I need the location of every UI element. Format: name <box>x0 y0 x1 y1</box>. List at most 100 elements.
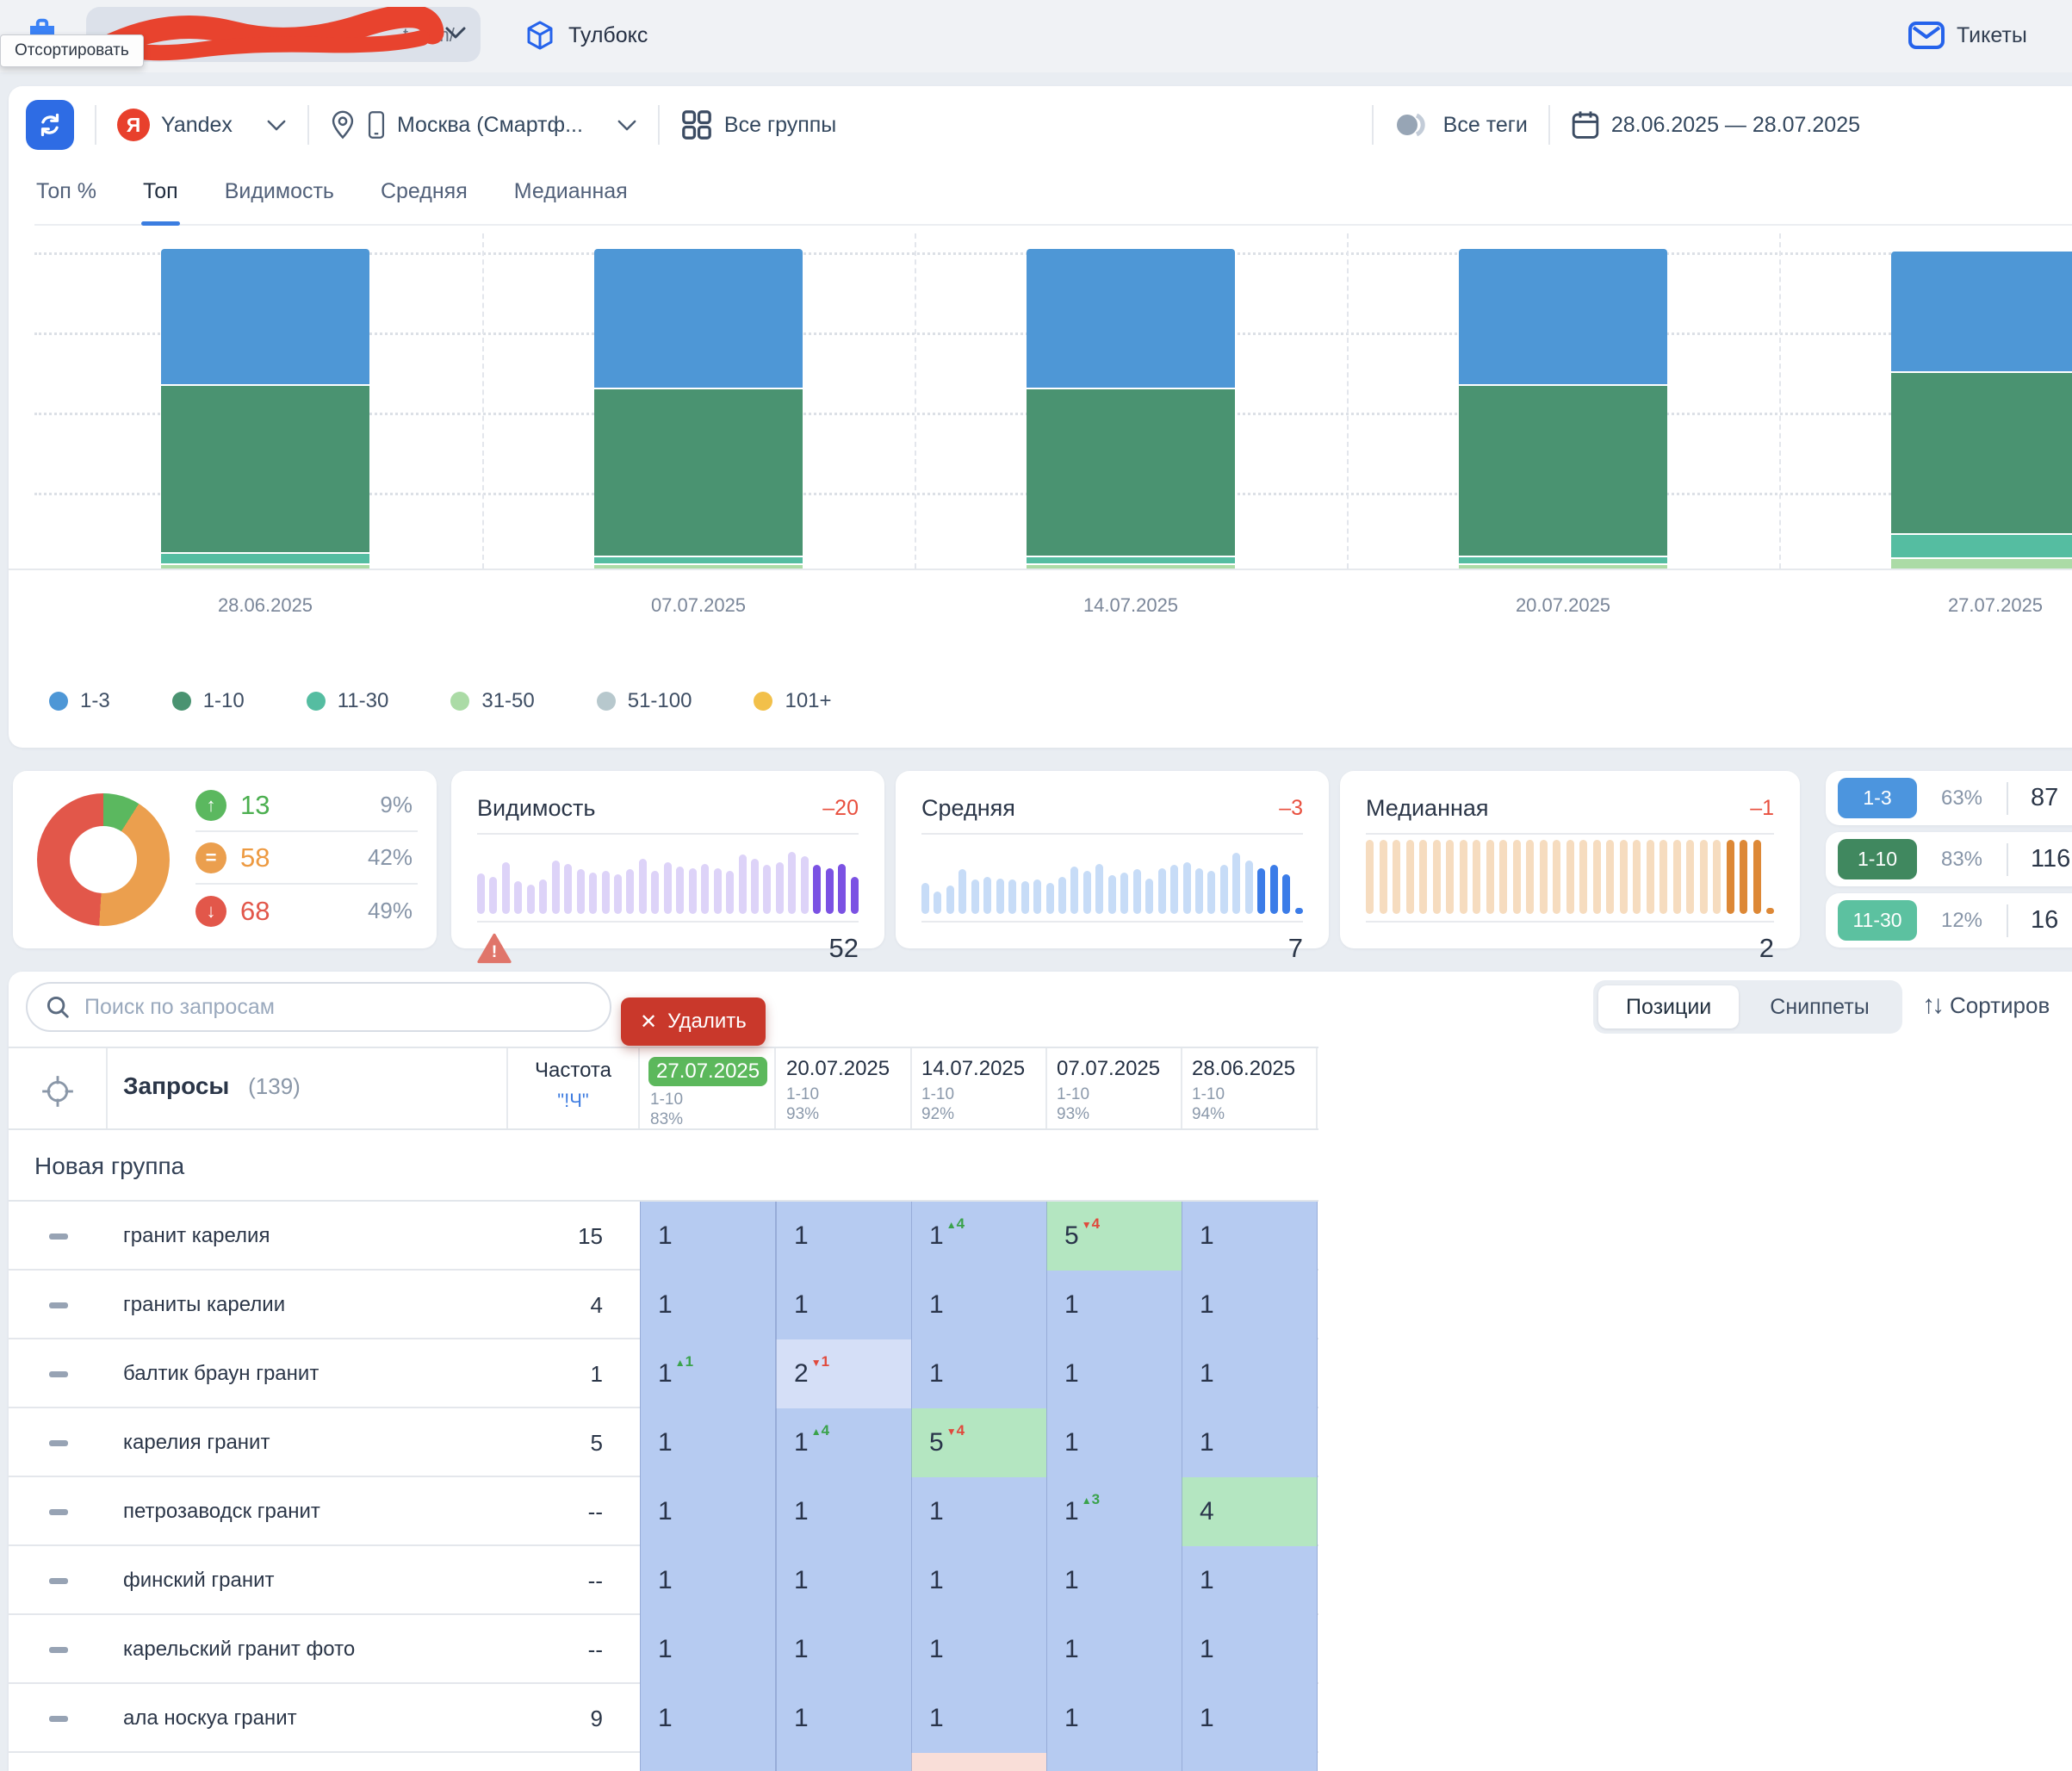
chevron-down-icon[interactable] <box>444 26 467 40</box>
position-cell[interactable]: 1 <box>640 1684 776 1753</box>
project-url-selector[interactable]: t.com/ <box>86 7 481 62</box>
position-cell[interactable] <box>640 1753 776 1771</box>
header-date-14.07.2025[interactable]: 14.07.2025 1-10 92% <box>911 1048 1047 1128</box>
position-cell[interactable]: 1 <box>911 1339 1047 1408</box>
position-cell[interactable]: 2 ▼1 <box>776 1339 912 1408</box>
drag-handle[interactable] <box>49 1647 68 1653</box>
position-cell[interactable]: 5 ▼4 <box>1046 1202 1182 1271</box>
position-cell[interactable]: 1 <box>1182 1615 1318 1684</box>
position-cell[interactable]: 1 <box>776 1477 912 1546</box>
tab-Видимость[interactable]: Видимость <box>223 169 336 224</box>
bar-07.07.2025[interactable] <box>594 249 803 569</box>
position-cell[interactable]: 1 <box>776 1546 912 1615</box>
table-row[interactable]: балтик браун гранит 1 1 ▲1 2 ▼1 1 1 1 <box>9 1339 1318 1408</box>
drag-handle[interactable] <box>49 1233 68 1240</box>
table-row[interactable]: гранит карелия 15 1 1 1 ▲4 5 ▼4 1 <box>9 1202 1318 1271</box>
bar-segment-11-30[interactable] <box>1891 535 2072 557</box>
position-cell[interactable]: 1 <box>1182 1684 1318 1753</box>
header-date-27.07.2025[interactable]: 27.07.2025 1-10 83% <box>640 1048 776 1128</box>
position-cell[interactable]: 1 ▲1 <box>640 1339 776 1408</box>
position-cell[interactable]: 1 <box>1046 1271 1182 1339</box>
bar-segment-1-3[interactable] <box>1459 249 1667 384</box>
position-cell[interactable]: 1 ▲4 <box>776 1408 912 1477</box>
frequency-mode[interactable]: "!Ч" <box>508 1090 638 1112</box>
bar-segment-1-10[interactable] <box>1459 386 1667 556</box>
bar-segment-1-3[interactable] <box>1027 249 1235 388</box>
position-cell[interactable]: 1 <box>911 1684 1047 1753</box>
bar-segment-1-3[interactable] <box>161 249 369 384</box>
bar-segment-31-50[interactable] <box>1459 565 1667 569</box>
tab-Топ[interactable]: Топ <box>140 169 180 226</box>
tab-Топ %[interactable]: Топ % <box>34 169 98 224</box>
header-queries-column[interactable]: Запросы (139) <box>108 1048 508 1128</box>
drag-handle[interactable] <box>49 1509 68 1515</box>
position-cell[interactable]: 1 <box>776 1615 912 1684</box>
position-cell[interactable]: 1 <box>1182 1546 1318 1615</box>
search-input[interactable] <box>84 994 592 1020</box>
legend-item-1-10[interactable]: 1-10 <box>171 689 245 713</box>
top-pill-1-10[interactable]: 1-10 83% 116 <box>1826 832 2072 886</box>
bar-segment-11-30[interactable] <box>161 554 369 563</box>
bar-segment-1-10[interactable] <box>1027 389 1235 556</box>
table-row[interactable]: карельский гранит фото -- 1 1 1 1 1 <box>9 1615 1318 1684</box>
bar-segment-1-10[interactable] <box>1891 373 2072 533</box>
position-cell[interactable]: 1 <box>776 1271 912 1339</box>
position-cell[interactable]: 1 <box>1182 1339 1318 1408</box>
drag-handle[interactable] <box>49 1371 68 1377</box>
view-Позиции[interactable]: Позиции <box>1598 985 1740 1028</box>
group-row[interactable]: Новая группа <box>9 1132 1318 1202</box>
position-cell[interactable]: 1 <box>640 1271 776 1339</box>
bar-28.06.2025[interactable] <box>161 249 369 569</box>
position-cell[interactable]: 1 <box>1182 1408 1318 1477</box>
legend-item-101+[interactable]: 101+ <box>754 689 832 713</box>
table-row[interactable]: карелия гранит 5 1 1 ▲4 5 ▼4 1 1 <box>9 1408 1318 1477</box>
position-cell[interactable] <box>1182 1753 1318 1771</box>
position-cell[interactable]: 1 <box>640 1202 776 1271</box>
position-cell[interactable] <box>776 1753 912 1771</box>
tab-Медианная[interactable]: Медианная <box>512 169 630 224</box>
table-row[interactable]: ала носкуа гранит 9 1 1 1 1 1 <box>9 1684 1318 1753</box>
position-cell[interactable]: 1 <box>1046 1546 1182 1615</box>
position-cell[interactable]: 1 ▲3 <box>1046 1477 1182 1546</box>
header-date-07.07.2025[interactable]: 07.07.2025 1-10 93% <box>1046 1048 1182 1128</box>
drag-handle[interactable] <box>49 1578 68 1584</box>
bar-segment-1-10[interactable] <box>594 389 803 556</box>
header-date-20.07.2025[interactable]: 20.07.2025 1-10 93% <box>776 1048 912 1128</box>
position-cell[interactable]: 1 <box>911 1271 1047 1339</box>
position-cell[interactable]: 1 <box>1182 1202 1318 1271</box>
tickets-menu[interactable]: Тикеты <box>1908 21 2027 50</box>
position-cell[interactable]: 1 <box>776 1202 912 1271</box>
bar-segment-31-50[interactable] <box>1027 565 1235 569</box>
region-selector[interactable]: Москва (Смартф... <box>330 110 637 140</box>
position-cell[interactable]: 1 ▲4 <box>911 1202 1047 1271</box>
position-cell[interactable]: 1 <box>911 1615 1047 1684</box>
legend-item-31-50[interactable]: 31-50 <box>450 689 535 713</box>
position-cell[interactable]: 1 <box>1046 1615 1182 1684</box>
position-cell[interactable]: 1 <box>1046 1408 1182 1477</box>
drag-handle[interactable] <box>49 1716 68 1722</box>
tags-toggle[interactable]: Все теги <box>1394 111 1528 139</box>
position-cell[interactable]: 5 ▼4 <box>911 1408 1047 1477</box>
legend-item-1-3[interactable]: 1-3 <box>49 689 110 713</box>
top-pill-11-30[interactable]: 11-30 12% 16 <box>1826 893 2072 948</box>
table-row[interactable]: петрозаводск гранит -- 1 1 1 1 ▲3 4 <box>9 1477 1318 1546</box>
search-engine-selector[interactable]: Я Yandex <box>117 109 287 141</box>
date-range-picker[interactable]: 28.06.2025 — 28.07.2025 <box>1571 109 1860 140</box>
bar-segment-11-30[interactable] <box>1027 557 1235 563</box>
view-Сниппеты[interactable]: Сниппеты <box>1742 985 1896 1028</box>
position-cell[interactable]: 1 <box>1046 1339 1182 1408</box>
toolbox-menu[interactable]: Тулбокс <box>524 19 648 52</box>
drag-handle[interactable] <box>49 1440 68 1446</box>
position-cell[interactable]: 1 <box>640 1408 776 1477</box>
header-date-28.06.2025[interactable]: 28.06.2025 1-10 94% <box>1182 1048 1318 1128</box>
drag-handle[interactable] <box>49 1302 68 1308</box>
position-cell[interactable]: 1 <box>776 1684 912 1753</box>
table-row[interactable]: финский гранит -- 1 1 1 1 1 <box>9 1546 1318 1615</box>
groups-selector[interactable]: Все группы <box>680 109 836 141</box>
table-row-partial[interactable] <box>9 1753 1318 1771</box>
legend-item-51-100[interactable]: 51-100 <box>596 689 692 713</box>
header-frequency-column[interactable]: Частота "!Ч" <box>508 1048 640 1128</box>
position-cell[interactable]: 4 <box>1182 1477 1318 1546</box>
delete-date-button[interactable]: ✕ Удалить <box>621 997 766 1046</box>
table-row[interactable]: граниты карелии 4 1 1 1 1 1 <box>9 1271 1318 1339</box>
